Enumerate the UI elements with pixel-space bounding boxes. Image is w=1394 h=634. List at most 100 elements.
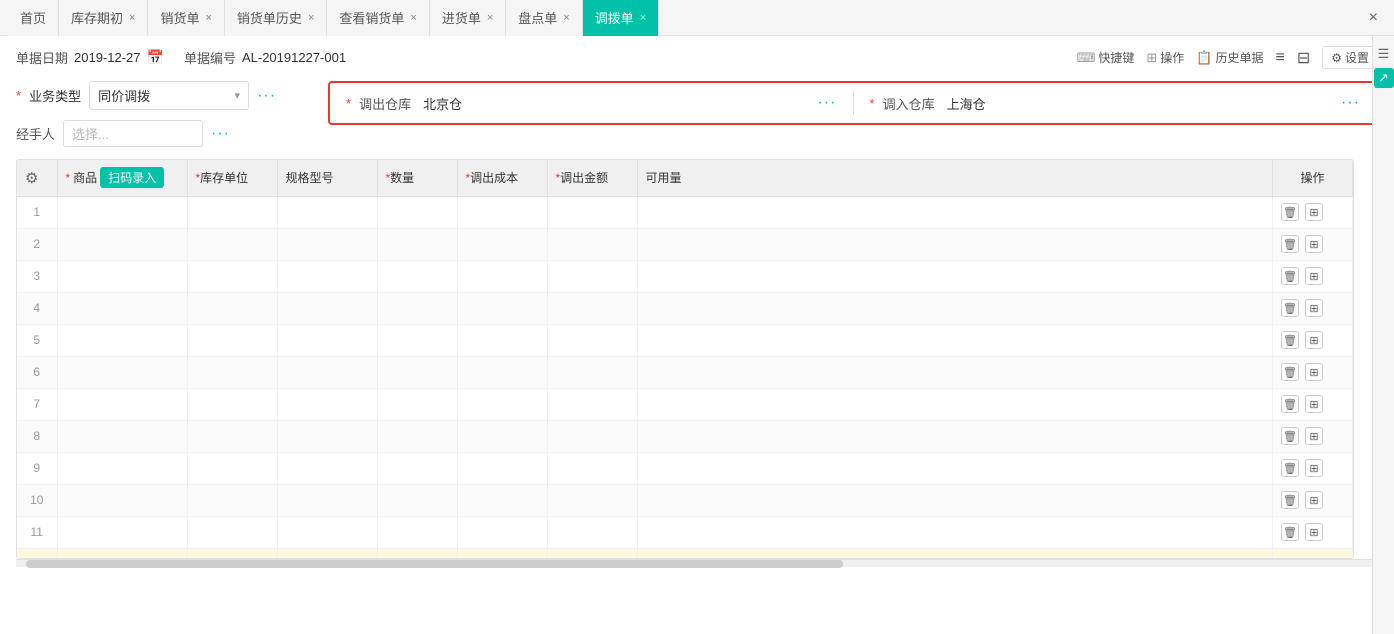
spec-cell[interactable]	[277, 420, 377, 452]
amount-cell[interactable]	[547, 484, 637, 516]
product-cell[interactable]	[57, 324, 187, 356]
amount-cell[interactable]	[547, 196, 637, 228]
amount-cell[interactable]	[547, 516, 637, 548]
product-cell[interactable]	[57, 228, 187, 260]
copy-icon[interactable]: ⊞	[1305, 203, 1323, 221]
copy-icon[interactable]: ⊞	[1305, 331, 1323, 349]
delete-icon[interactable]: 🗑	[1281, 235, 1299, 253]
unit-cell[interactable]	[187, 228, 277, 260]
spec-cell[interactable]	[277, 388, 377, 420]
qty-cell[interactable]	[377, 420, 457, 452]
copy-icon[interactable]: ⊞	[1305, 523, 1323, 541]
product-cell[interactable]	[57, 292, 187, 324]
unit-cell[interactable]	[187, 260, 277, 292]
cost-cell[interactable]	[457, 196, 547, 228]
delete-icon[interactable]: 🗑	[1281, 363, 1299, 381]
unit-cell[interactable]	[187, 324, 277, 356]
spec-cell[interactable]	[277, 292, 377, 324]
unit-cell[interactable]	[187, 484, 277, 516]
copy-icon[interactable]: ⊞	[1305, 459, 1323, 477]
cost-cell[interactable]	[457, 420, 547, 452]
grid-icon[interactable]: ⊟	[1297, 48, 1310, 68]
product-cell[interactable]	[57, 196, 187, 228]
spec-cell[interactable]	[277, 260, 377, 292]
operations-button[interactable]: ⊞ 操作	[1146, 49, 1184, 66]
tab-transfer-order[interactable]: 调拨单 ×	[583, 0, 659, 36]
tab-inventory-check[interactable]: 盘点单 ×	[506, 0, 582, 36]
product-cell[interactable]	[57, 388, 187, 420]
qty-cell[interactable]	[377, 452, 457, 484]
amount-cell[interactable]	[547, 228, 637, 260]
qty-cell[interactable]	[377, 292, 457, 324]
amount-cell[interactable]	[547, 260, 637, 292]
scan-button[interactable]: 扫码录入	[100, 167, 164, 188]
tab-view-sales[interactable]: 查看销货单 ×	[327, 0, 429, 36]
tab-home[interactable]: 首页	[8, 0, 59, 36]
copy-icon[interactable]: ⊞	[1305, 395, 1323, 413]
spec-cell[interactable]	[277, 356, 377, 388]
unit-cell[interactable]	[187, 452, 277, 484]
cost-cell[interactable]	[457, 324, 547, 356]
copy-icon[interactable]: ⊞	[1305, 491, 1323, 509]
cost-cell[interactable]	[457, 292, 547, 324]
tab-purchase-order[interactable]: 进货单 ×	[430, 0, 506, 36]
unit-cell[interactable]	[187, 356, 277, 388]
qty-cell[interactable]	[377, 356, 457, 388]
spec-cell[interactable]	[277, 196, 377, 228]
tab-sales-order[interactable]: 销货单 ×	[148, 0, 224, 36]
qty-cell[interactable]	[377, 324, 457, 356]
product-cell[interactable]	[57, 484, 187, 516]
cost-cell[interactable]	[457, 228, 547, 260]
person-select[interactable]: 选择...	[63, 120, 203, 147]
history-button[interactable]: 📋 历史单据	[1196, 49, 1263, 66]
delete-icon[interactable]: 🗑	[1281, 523, 1299, 541]
copy-icon[interactable]: ⊞	[1305, 299, 1323, 317]
biz-type-select[interactable]: 同价调拨 ▾	[89, 81, 249, 110]
spec-cell[interactable]	[277, 484, 377, 516]
unit-cell[interactable]	[187, 516, 277, 548]
qty-cell[interactable]	[377, 516, 457, 548]
layout-icon[interactable]: ≡	[1275, 49, 1284, 67]
spec-cell[interactable]	[277, 452, 377, 484]
delete-icon[interactable]: 🗑	[1281, 299, 1299, 317]
unit-cell[interactable]	[187, 292, 277, 324]
delete-icon[interactable]: 🗑	[1281, 203, 1299, 221]
cost-cell[interactable]	[457, 484, 547, 516]
spec-cell[interactable]	[277, 228, 377, 260]
tab-close-inventory-check[interactable]: ×	[563, 12, 569, 24]
delete-icon[interactable]: 🗑	[1281, 395, 1299, 413]
cost-cell[interactable]	[457, 388, 547, 420]
warehouse-out-value[interactable]: 北京仓	[423, 94, 462, 113]
warehouse-in-more-icon[interactable]: ···	[1341, 94, 1360, 112]
qty-cell[interactable]	[377, 260, 457, 292]
warehouse-out-more-icon[interactable]: ···	[818, 94, 837, 112]
amount-cell[interactable]	[547, 356, 637, 388]
table-gear-icon[interactable]: ⚙	[25, 170, 38, 187]
col-gear-header[interactable]: ⚙	[17, 160, 57, 196]
amount-cell[interactable]	[547, 452, 637, 484]
product-cell[interactable]	[57, 420, 187, 452]
delete-icon[interactable]: 🗑	[1281, 459, 1299, 477]
tab-close-purchase-order[interactable]: ×	[487, 12, 493, 24]
copy-icon[interactable]: ⊞	[1305, 363, 1323, 381]
amount-cell[interactable]	[547, 324, 637, 356]
delete-icon[interactable]: 🗑	[1281, 267, 1299, 285]
qty-cell[interactable]	[377, 228, 457, 260]
person-more-icon[interactable]: ···	[211, 125, 230, 143]
copy-icon[interactable]: ⊞	[1305, 427, 1323, 445]
tab-close-sales-history[interactable]: ×	[308, 12, 314, 24]
amount-cell[interactable]	[547, 420, 637, 452]
cost-cell[interactable]	[457, 452, 547, 484]
product-cell[interactable]	[57, 356, 187, 388]
settings-button[interactable]: ⚙ 设置	[1322, 46, 1378, 69]
qty-cell[interactable]	[377, 388, 457, 420]
product-cell[interactable]	[57, 452, 187, 484]
sidebar-export-icon[interactable]: ↗	[1374, 68, 1394, 88]
tab-sales-history[interactable]: 销货单历史 ×	[225, 0, 327, 36]
cost-cell[interactable]	[457, 260, 547, 292]
unit-cell[interactable]	[187, 388, 277, 420]
biz-type-more-icon[interactable]: ···	[257, 87, 276, 105]
product-cell[interactable]	[57, 516, 187, 548]
delete-icon[interactable]: 🗑	[1281, 331, 1299, 349]
unit-cell[interactable]	[187, 420, 277, 452]
